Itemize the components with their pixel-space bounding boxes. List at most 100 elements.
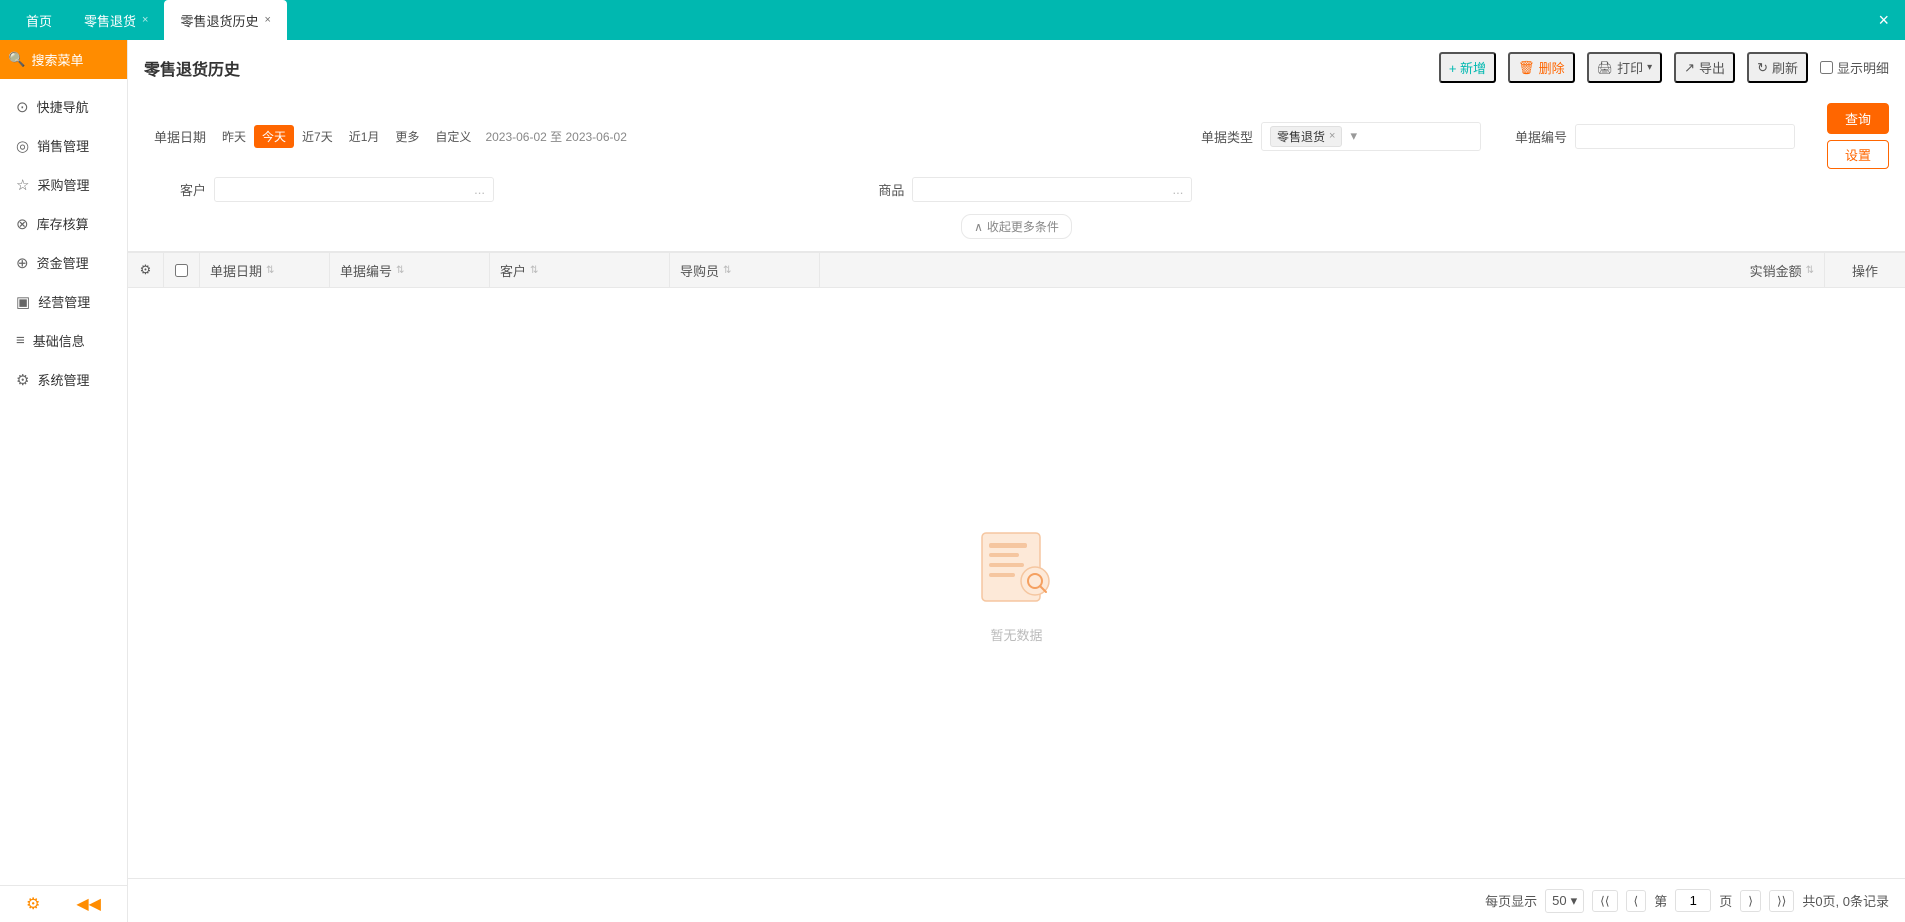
th-amount-sort-icon: ⇅: [1806, 265, 1814, 276]
pagination-bar: 每页显示 50 ▾ ⟨⟨ ⟨ 第 页 ⟩ ⟩⟩ 共0页, 0条记录: [128, 878, 1905, 922]
content-area: 零售退货历史 + 新增 🗑 删除 🖨 打印 ▾ ↗ 导出: [128, 40, 1905, 922]
th-num[interactable]: 单据编号 ⇅: [330, 253, 490, 287]
sidebar-item-label: 经营管理: [38, 292, 90, 311]
sidebar-footer: ⚙ ◀◀: [0, 885, 127, 922]
export-button[interactable]: ↗ 导出: [1674, 52, 1735, 83]
date-btn-today[interactable]: 今天: [254, 125, 294, 148]
delete-label: 删除: [1539, 58, 1565, 77]
tab-retail-return-history-close[interactable]: ×: [264, 14, 270, 26]
th-action: 操作: [1825, 253, 1905, 287]
sidebar-item-finance[interactable]: ⊕ 资金管理: [0, 243, 127, 282]
page-unit: 页: [1719, 891, 1732, 910]
date-btn-yesterday[interactable]: 昨天: [214, 125, 254, 148]
window-close-button[interactable]: ×: [1862, 10, 1905, 31]
total-label: 共0页, 0条记录: [1802, 891, 1889, 910]
date-btn-1month[interactable]: 近1月: [341, 125, 388, 148]
customer-filter-label: 客户: [144, 180, 214, 199]
sidebar-item-sales[interactable]: ◎ 销售管理: [0, 126, 127, 165]
page-header: 零售退货历史 + 新增 🗑 删除 🖨 打印 ▾ ↗ 导出: [128, 40, 1905, 252]
sidebar-item-basic[interactable]: ≡ 基础信息: [0, 321, 127, 360]
export-icon: ↗: [1684, 60, 1695, 76]
goods-input[interactable]: ...: [912, 177, 1192, 202]
page-number-input[interactable]: [1675, 889, 1711, 912]
th-num-sort-icon: ⇅: [396, 265, 404, 276]
sidebar-item-inventory[interactable]: ⊗ 库存核算: [0, 204, 127, 243]
th-action-label: 操作: [1852, 261, 1878, 280]
page-last-button[interactable]: ⟩⟩: [1769, 890, 1794, 912]
page-prev-button[interactable]: ⟨: [1626, 890, 1647, 912]
date-btn-7days[interactable]: 近7天: [294, 125, 341, 148]
sidebar-item-label: 资金管理: [37, 253, 89, 272]
customer-input[interactable]: ...: [214, 177, 494, 202]
setting-button[interactable]: 设置: [1827, 140, 1889, 169]
tab-retail-return[interactable]: 零售退货 ×: [68, 0, 164, 40]
sidebar-item-quick-nav[interactable]: ⊙ 快捷导航: [0, 87, 127, 126]
date-filter-label: 单据日期: [144, 127, 214, 146]
inventory-icon: ⊗: [16, 215, 29, 233]
sidebar: 🔍 搜索菜单 ⊙ 快捷导航 ◎ 销售管理 ☆ 采购管理 ⊗ 库存核算 ⊕ 资金管: [0, 40, 128, 922]
th-date[interactable]: 单据日期 ⇅: [200, 253, 330, 287]
doc-type-select[interactable]: 零售退货 × ▾: [1261, 122, 1481, 151]
th-customer-label: 客户: [500, 261, 526, 280]
sidebar-item-purchase[interactable]: ☆ 采购管理: [0, 165, 127, 204]
sidebar-item-system[interactable]: ⚙ 系统管理: [0, 360, 127, 399]
export-label: 导出: [1699, 58, 1725, 77]
tab-retail-return-history[interactable]: 零售退货历史 ×: [164, 0, 286, 40]
show-detail-input[interactable]: [1820, 61, 1833, 74]
doc-type-tag-close[interactable]: ×: [1329, 130, 1335, 142]
th-settings[interactable]: ⚙: [128, 253, 164, 287]
filter-row-customer: 客户 ... 商品 ...: [144, 177, 1889, 202]
page-size-select[interactable]: 50 ▾: [1545, 889, 1584, 913]
th-customer[interactable]: 客户 ⇅: [490, 253, 670, 287]
th-amount[interactable]: 实销金额 ⇅: [820, 253, 1825, 287]
tab-retail-return-history-label: 零售退货历史: [180, 11, 258, 30]
sidebar-nav: ⊙ 快捷导航 ◎ 销售管理 ☆ 采购管理 ⊗ 库存核算 ⊕ 资金管理 ▣ 经营管…: [0, 79, 127, 885]
collapse-label: 收起更多条件: [987, 218, 1059, 235]
th-guide-sort-icon: ⇅: [723, 265, 731, 276]
th-checkbox[interactable]: [164, 253, 200, 287]
sidebar-settings-btn[interactable]: ⚙: [26, 894, 40, 914]
tab-retail-return-close[interactable]: ×: [142, 14, 148, 26]
doc-type-tag: 零售退货 ×: [1270, 126, 1342, 147]
operation-icon: ▣: [16, 293, 30, 311]
top-bar: 首页 零售退货 × 零售退货历史 × ×: [0, 0, 1905, 40]
print-button[interactable]: 🖨 打印 ▾: [1587, 52, 1663, 83]
empty-state: 暂无数据: [967, 523, 1067, 644]
page-title: 零售退货历史: [144, 56, 240, 80]
new-button[interactable]: + 新增: [1439, 52, 1496, 83]
refresh-icon: ↻: [1757, 60, 1768, 76]
sidebar-search[interactable]: 🔍 搜索菜单: [0, 40, 127, 79]
page-first-button[interactable]: ⟨⟨: [1592, 890, 1617, 912]
query-button[interactable]: 查询: [1827, 103, 1889, 134]
sidebar-item-label: 基础信息: [33, 331, 85, 350]
th-customer-sort-icon: ⇅: [530, 265, 538, 276]
date-btn-more[interactable]: 更多: [387, 125, 427, 148]
print-icon: 🖨: [1597, 60, 1614, 76]
basic-icon: ≡: [16, 332, 25, 349]
th-guide-label: 导购员: [680, 261, 719, 280]
goods-filter-label: 商品: [842, 180, 912, 199]
tab-retail-return-label: 零售退货: [84, 11, 136, 30]
delete-button[interactable]: 🗑 删除: [1508, 52, 1575, 83]
sidebar-audio-btn[interactable]: ◀◀: [76, 894, 101, 914]
tab-home-label: 首页: [26, 11, 52, 30]
finance-icon: ⊕: [16, 254, 29, 272]
date-range-display: 2023-06-02 至 2023-06-02: [485, 128, 626, 145]
tab-bar: 首页 零售退货 × 零售退货历史 ×: [10, 0, 1862, 40]
refresh-button[interactable]: ↻ 刷新: [1747, 52, 1808, 83]
sidebar-item-operation[interactable]: ▣ 经营管理: [0, 282, 127, 321]
collapse-button[interactable]: ∧ 收起更多条件: [961, 214, 1072, 239]
refresh-label: 刷新: [1772, 58, 1798, 77]
tab-home[interactable]: 首页: [10, 0, 68, 40]
filter-area: 单据日期 昨天 今天 近7天 近1月 更多 自定义 2023-06-02 至 2…: [144, 95, 1889, 251]
th-guide[interactable]: 导购员 ⇅: [670, 253, 820, 287]
sidebar-item-label: 系统管理: [37, 370, 89, 389]
th-date-label: 单据日期: [210, 261, 262, 280]
page-next-button[interactable]: ⟩: [1740, 890, 1761, 912]
date-btn-custom[interactable]: 自定义: [427, 125, 479, 148]
sidebar-item-label: 采购管理: [37, 175, 89, 194]
th-date-sort-icon: ⇅: [266, 265, 274, 276]
select-all-checkbox[interactable]: [175, 264, 188, 277]
doc-num-input[interactable]: [1575, 124, 1795, 149]
show-detail-checkbox[interactable]: 显示明细: [1820, 58, 1889, 77]
